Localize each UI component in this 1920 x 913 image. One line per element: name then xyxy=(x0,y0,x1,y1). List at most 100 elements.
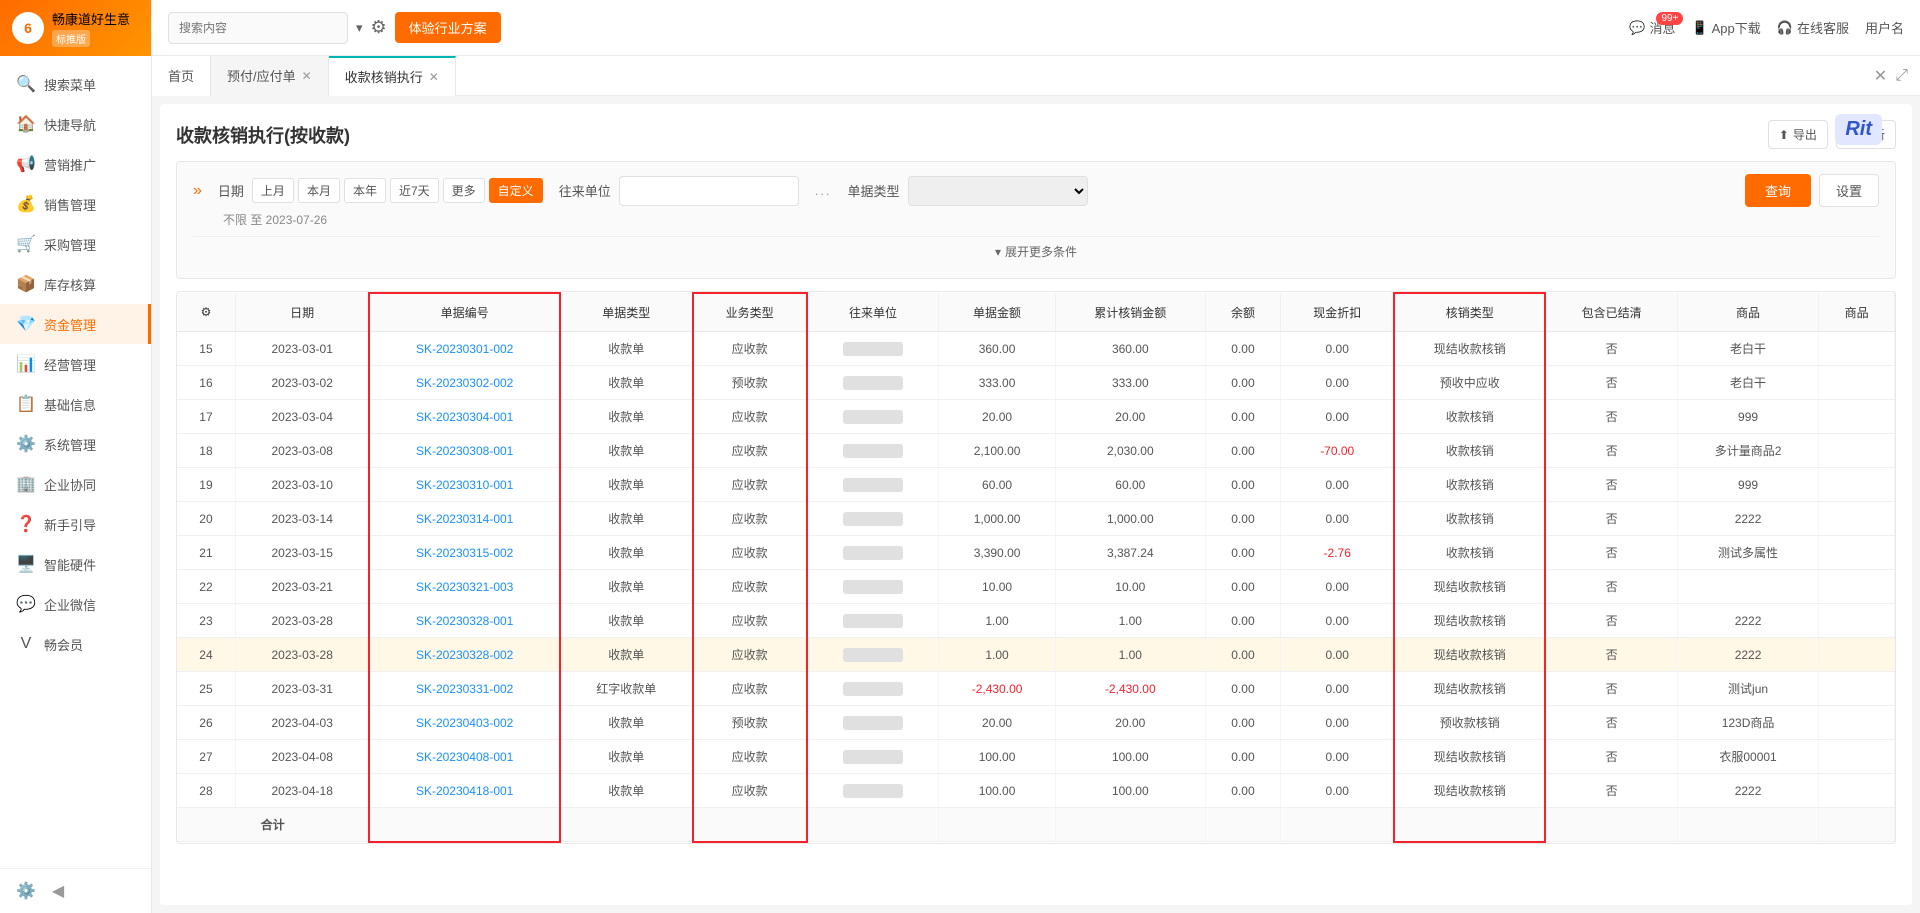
bill-no-link[interactable]: SK-20230310-001 xyxy=(416,478,513,492)
cell-product1: 多计量商品2 xyxy=(1677,434,1818,468)
table-row[interactable]: 21 2023-03-15 SK-20230315-002 收款单 应收款 3,… xyxy=(177,536,1895,570)
collapse-icon[interactable]: ◀ xyxy=(52,881,64,901)
date-btn-this-month[interactable]: 本月 xyxy=(298,178,340,203)
table-row[interactable]: 15 2023-03-01 SK-20230301-002 收款单 应收款 36… xyxy=(177,332,1895,366)
table-row[interactable]: 25 2023-03-31 SK-20230331-002 红字收款单 应收款 … xyxy=(177,672,1895,706)
tab-expand-icon[interactable]: ⤢ xyxy=(1895,67,1908,85)
total-label: 合计 xyxy=(177,808,369,842)
bill-no-link[interactable]: SK-20230408-001 xyxy=(416,750,513,764)
table-row[interactable]: 24 2023-03-28 SK-20230328-002 收款单 应收款 1.… xyxy=(177,638,1895,672)
filter-row: » 日期 上月 本月 本年 近7天 更多 自定义 往来单位 xyxy=(193,174,1879,207)
bill-no-link[interactable]: SK-20230331-002 xyxy=(416,682,513,696)
sales-label: 销售管理 xyxy=(44,195,96,214)
tab-home[interactable]: 首页 xyxy=(152,56,211,96)
settings-btn[interactable]: 设置 xyxy=(1819,174,1879,207)
cell-no: 27 xyxy=(177,740,235,774)
sidebar-item-sales[interactable]: 💰 销售管理 xyxy=(0,184,151,224)
table-row[interactable]: 16 2023-03-02 SK-20230302-002 收款单 预收款 33… xyxy=(177,366,1895,400)
bill-no-link[interactable]: SK-20230418-001 xyxy=(416,784,513,798)
sidebar-item-hardware[interactable]: 🖥️ 智能硬件 xyxy=(0,544,151,584)
sidebar-item-member[interactable]: V 畅会员 xyxy=(0,624,151,664)
sidebar-item-inventory[interactable]: 📦 库存核算 xyxy=(0,264,151,304)
tab-receipt-verify[interactable]: 收款核销执行 ✕ xyxy=(329,56,456,96)
messages-area[interactable]: 💬 消息 99+ xyxy=(1629,18,1675,37)
bill-no-link[interactable]: SK-20230328-001 xyxy=(416,614,513,628)
tab-receipt-verify-close[interactable]: ✕ xyxy=(429,70,439,84)
cell-bill-type: 收款单 xyxy=(560,706,693,740)
cell-bill-amount: 100.00 xyxy=(939,740,1056,774)
table-row[interactable]: 26 2023-04-03 SK-20230403-002 收款单 预收款 20… xyxy=(177,706,1895,740)
bill-no-link[interactable]: SK-20230321-003 xyxy=(416,580,513,594)
user-info[interactable]: 用户名 xyxy=(1865,18,1904,37)
bill-no-link[interactable]: SK-20230308-001 xyxy=(416,444,513,458)
bill-no-link[interactable]: SK-20230314-001 xyxy=(416,512,513,526)
cell-balance: 0.00 xyxy=(1205,774,1281,808)
date-btn-custom[interactable]: 自定义 xyxy=(489,178,543,203)
table-row[interactable]: 28 2023-04-18 SK-20230418-001 收款单 应收款 10… xyxy=(177,774,1895,808)
tab-pre-receipts-close[interactable]: ✕ xyxy=(302,69,312,83)
logo-badge: 标推版 xyxy=(52,30,90,47)
bill-type-select[interactable] xyxy=(908,176,1088,206)
th-settings[interactable]: ⚙ xyxy=(177,293,235,332)
table-row[interactable]: 27 2023-04-08 SK-20230408-001 收款单 应收款 10… xyxy=(177,740,1895,774)
cell-no: 19 xyxy=(177,468,235,502)
cell-bill-no: SK-20230403-002 xyxy=(369,706,559,740)
bill-no-link[interactable]: SK-20230304-001 xyxy=(416,410,513,424)
cell-cash-discount: 0.00 xyxy=(1281,400,1394,434)
cell-no: 25 xyxy=(177,672,235,706)
date-btn-last-month[interactable]: 上月 xyxy=(252,178,294,203)
table-row[interactable]: 19 2023-03-10 SK-20230310-001 收款单 应收款 60… xyxy=(177,468,1895,502)
sidebar-item-enterprise[interactable]: 🏢 企业协同 xyxy=(0,464,151,504)
table-row[interactable]: 23 2023-03-28 SK-20230328-001 收款单 应收款 1.… xyxy=(177,604,1895,638)
bill-no-link[interactable]: SK-20230315-002 xyxy=(416,546,513,560)
industry-btn[interactable]: 体验行业方案 xyxy=(395,12,501,43)
system-label: 系统管理 xyxy=(44,435,96,454)
tab-close-all-icon[interactable]: ✕ xyxy=(1874,66,1887,86)
expand-conditions-btn[interactable]: ▾ 展开更多条件 xyxy=(193,236,1879,266)
expand-toggle-icon[interactable]: » xyxy=(193,182,202,200)
search-input[interactable] xyxy=(168,12,348,44)
sidebar-item-search[interactable]: 🔍 搜索菜单 xyxy=(0,64,151,104)
bill-no-link[interactable]: SK-20230328-002 xyxy=(416,648,513,662)
bill-no-link[interactable]: SK-20230302-002 xyxy=(416,376,513,390)
basic-icon: 📋 xyxy=(16,394,36,414)
date-btn-7days[interactable]: 近7天 xyxy=(390,178,439,203)
sidebar-item-purchase[interactable]: 🛒 采购管理 xyxy=(0,224,151,264)
dropdown-btn[interactable]: ▾ xyxy=(356,14,363,42)
bill-no-link[interactable]: SK-20230301-002 xyxy=(416,342,513,356)
cell-verify-type: 收款核销 xyxy=(1394,468,1545,502)
cell-include-settled: 否 xyxy=(1545,434,1677,468)
cell-product2 xyxy=(1819,468,1895,502)
cell-product1: 测试多属性 xyxy=(1677,536,1818,570)
cell-verify-type: 现结收款核销 xyxy=(1394,638,1545,672)
gear-icon[interactable]: ⚙ xyxy=(371,17,387,38)
sidebar-item-system[interactable]: ⚙️ 系统管理 xyxy=(0,424,151,464)
sidebar-item-wechat[interactable]: 💬 企业微信 xyxy=(0,584,151,624)
query-btn[interactable]: 查询 xyxy=(1745,174,1811,207)
counterpart-input[interactable] xyxy=(619,176,799,206)
sidebar-item-marketing[interactable]: 📢 营销推广 xyxy=(0,144,151,184)
table-row[interactable]: 20 2023-03-14 SK-20230314-001 收款单 应收款 1,… xyxy=(177,502,1895,536)
sidebar: 6 畅康道好生意 标推版 🔍 搜索菜单 🏠 快捷导航 📢 营销推广 💰 销售管理… xyxy=(0,0,152,913)
app-download-area[interactable]: 📱 App下载 xyxy=(1691,18,1760,37)
table-row[interactable]: 18 2023-03-08 SK-20230308-001 收款单 应收款 2,… xyxy=(177,434,1895,468)
table-row[interactable]: 17 2023-03-04 SK-20230304-001 收款单 应收款 20… xyxy=(177,400,1895,434)
date-btn-more[interactable]: 更多 xyxy=(443,178,485,203)
cell-no: 28 xyxy=(177,774,235,808)
sidebar-item-operations[interactable]: 📊 经营管理 xyxy=(0,344,151,384)
sidebar-item-finance[interactable]: 💎 资金管理 xyxy=(0,304,151,344)
sidebar-item-basic[interactable]: 📋 基础信息 xyxy=(0,384,151,424)
cell-product1: 2222 xyxy=(1677,774,1818,808)
cell-no: 17 xyxy=(177,400,235,434)
settings-icon[interactable]: ⚙️ xyxy=(16,881,36,901)
sidebar-item-guide[interactable]: ❓ 新手引导 xyxy=(0,504,151,544)
tab-pre-receipts[interactable]: 预付/应付单 ✕ xyxy=(211,56,329,96)
date-btn-this-year[interactable]: 本年 xyxy=(344,178,386,203)
table-row[interactable]: 22 2023-03-21 SK-20230321-003 收款单 应收款 10… xyxy=(177,570,1895,604)
cell-bill-type: 收款单 xyxy=(560,740,693,774)
export-btn[interactable]: ⬆ 导出 xyxy=(1768,120,1828,149)
bill-no-link[interactable]: SK-20230403-002 xyxy=(416,716,513,730)
sidebar-item-quick-nav[interactable]: 🏠 快捷导航 xyxy=(0,104,151,144)
online-service-area[interactable]: 🎧 在线客服 xyxy=(1777,18,1849,37)
cell-bill-amount: 1,000.00 xyxy=(939,502,1056,536)
